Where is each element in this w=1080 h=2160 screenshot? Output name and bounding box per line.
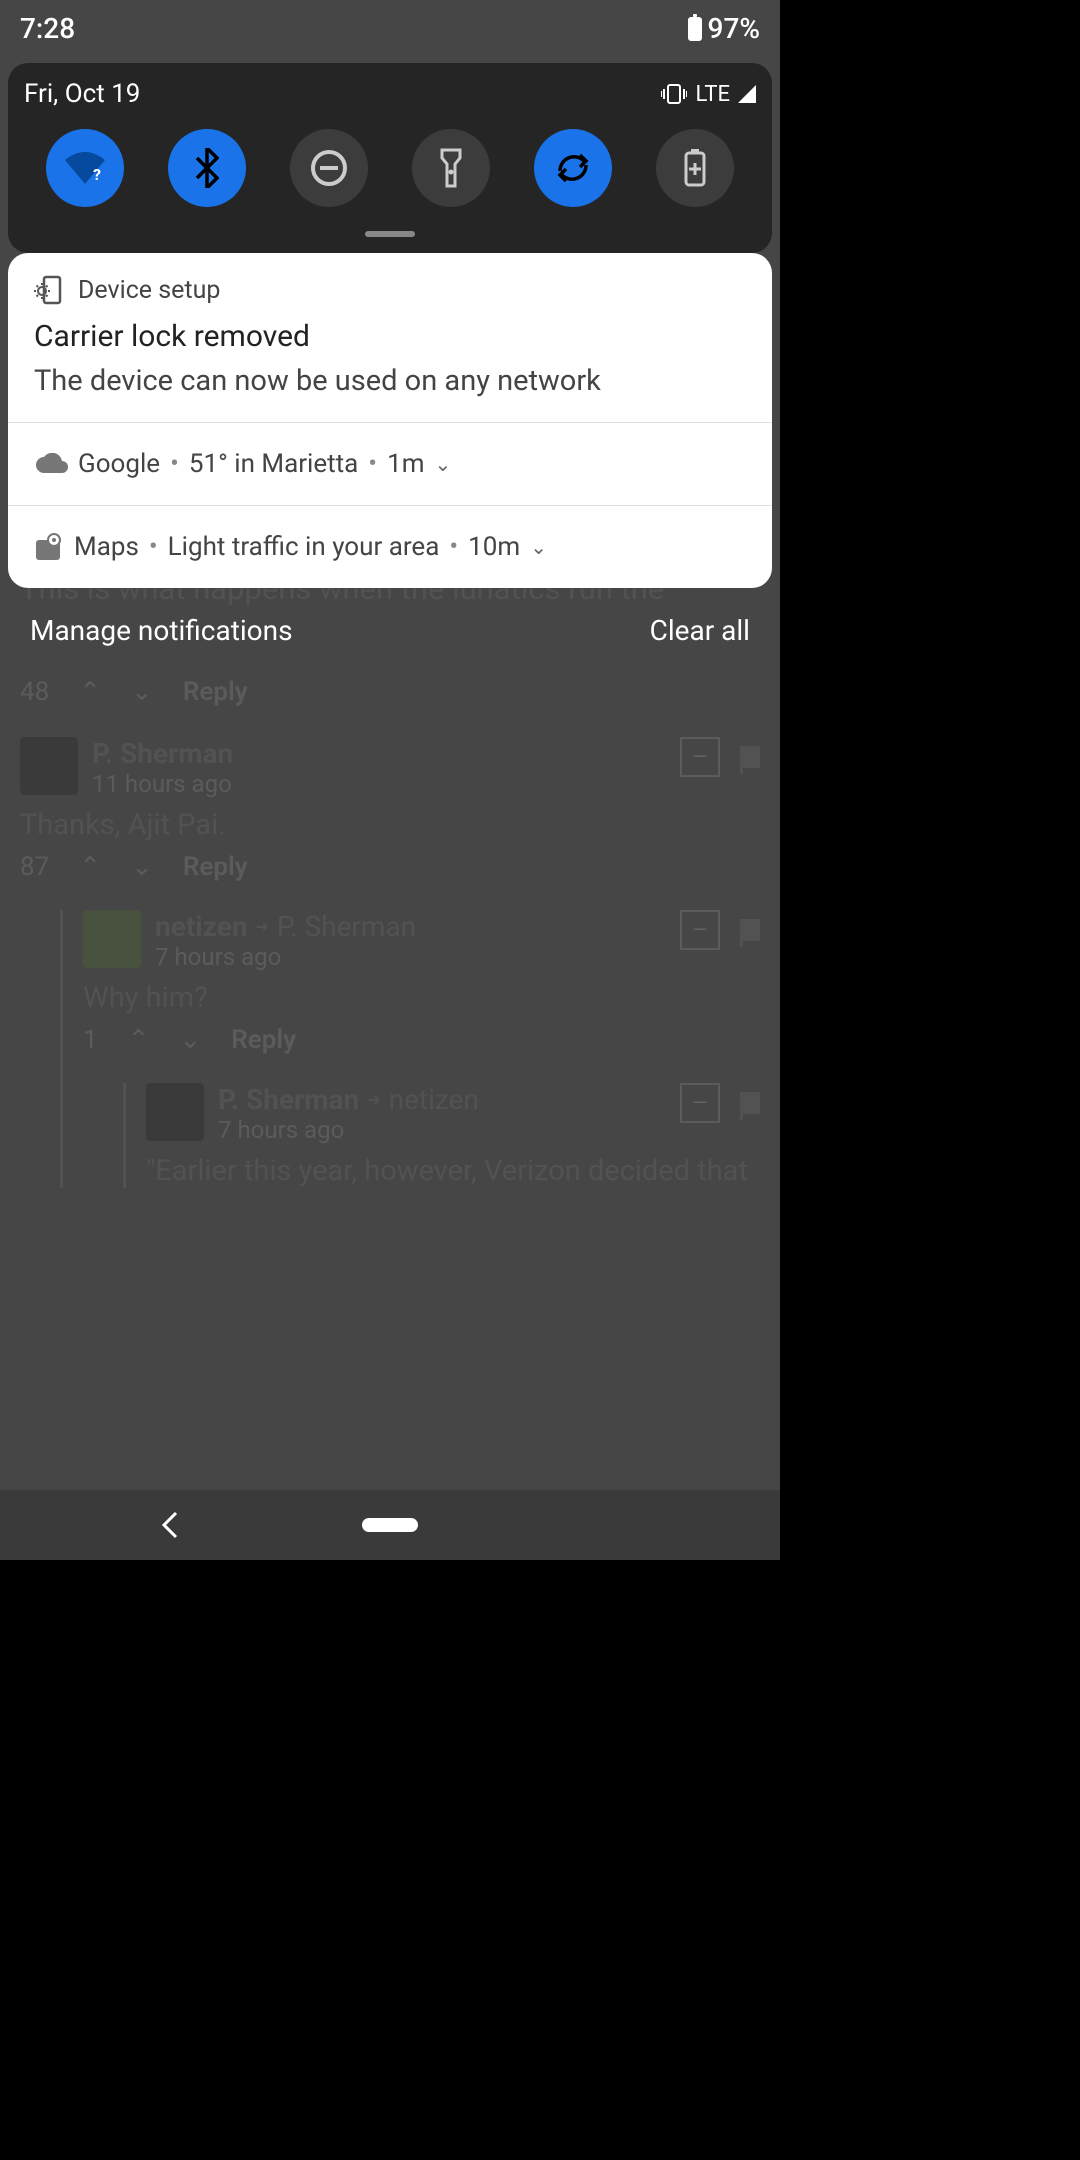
comment-time: 7 hours ago	[218, 1116, 666, 1144]
comment-body: Why him?	[83, 981, 760, 1015]
notif-app-name: Google	[78, 449, 160, 479]
flashlight-tile[interactable]	[412, 129, 490, 207]
reply-arrow-icon: ➜	[256, 917, 269, 936]
reply-arrow-icon: ➜	[367, 1090, 380, 1109]
cloud-icon	[34, 453, 68, 475]
battery-saver-tile[interactable]	[656, 129, 734, 207]
comment-body: Thanks, Ajit Pai.	[20, 808, 760, 842]
downvote-icon: ⌄	[131, 677, 153, 707]
notif-body: The device can now be used on any networ…	[8, 360, 772, 422]
notification-weather[interactable]: Google • 51° in Marietta • 1m ⌄	[8, 422, 772, 505]
gear-phone-icon	[34, 275, 64, 305]
dnd-icon	[309, 148, 349, 188]
qs-date[interactable]: Fri, Oct 19	[24, 79, 140, 109]
network-label: LTE	[695, 82, 730, 107]
navigation-bar	[0, 1490, 780, 1560]
wifi-icon: ?	[63, 150, 107, 186]
wifi-tile[interactable]: ?	[46, 129, 124, 207]
notif-time: 10m	[468, 532, 520, 562]
comment-time: 11 hours ago	[92, 770, 666, 798]
qs-expand-handle[interactable]	[365, 231, 415, 237]
vote-count: 1	[83, 1025, 98, 1055]
notification-footer: Manage notifications Clear all	[0, 588, 780, 673]
reply-link: Reply	[231, 1025, 296, 1055]
flag-icon	[740, 919, 760, 941]
avatar	[146, 1083, 204, 1141]
separator: •	[368, 449, 377, 479]
notif-summary: 51° in Marietta	[189, 449, 358, 479]
battery-saver-icon	[683, 149, 707, 187]
status-bar: 7:28 97%	[0, 0, 780, 57]
bg-comment-actions: 48 ⌃ ⌄ Reply	[20, 677, 760, 707]
battery-icon	[688, 17, 702, 41]
comment-author: netizen	[155, 910, 248, 943]
chevron-down-icon[interactable]: ⌄	[435, 452, 452, 476]
manage-notifications-button[interactable]: Manage notifications	[30, 614, 293, 647]
notif-time: 1m	[387, 449, 424, 479]
reply-to: netizen	[389, 1083, 479, 1116]
signal-icon	[738, 85, 756, 103]
flag-icon	[740, 1092, 760, 1114]
clear-all-button[interactable]: Clear all	[650, 614, 750, 647]
notif-app-name: Maps	[74, 532, 139, 562]
flashlight-icon	[438, 148, 464, 188]
comment-author: P. Sherman	[218, 1083, 359, 1116]
vote-count: 48	[20, 677, 49, 707]
separator: •	[449, 532, 458, 562]
reply-link: Reply	[183, 852, 248, 882]
avatar	[20, 737, 78, 795]
quick-settings-panel[interactable]: Fri, Oct 19 LTE ?	[8, 63, 772, 253]
downvote-icon: ⌄	[179, 1025, 201, 1055]
downvote-icon: ⌄	[131, 852, 153, 882]
battery-percent: 97%	[708, 12, 760, 45]
chevron-down-icon[interactable]: ⌄	[530, 535, 547, 559]
notif-summary: Light traffic in your area	[168, 532, 440, 562]
bluetooth-tile[interactable]	[168, 129, 246, 207]
back-icon	[160, 1511, 178, 1539]
autorotate-icon	[552, 147, 594, 189]
comment-author: P. Sherman	[92, 737, 666, 770]
comment-body: "Earlier this year, however, Verizon dec…	[146, 1154, 760, 1188]
notification-device-setup[interactable]: Device setup Carrier lock removed The de…	[8, 253, 772, 422]
collapse-icon: −	[680, 910, 720, 950]
home-pill[interactable]	[362, 1518, 418, 1532]
notification-maps[interactable]: Maps • Light traffic in your area • 10m …	[8, 505, 772, 588]
reply-link: Reply	[183, 677, 248, 707]
upvote-icon: ⌃	[79, 852, 101, 882]
upvote-icon: ⌃	[79, 677, 101, 707]
qs-status-icons: LTE	[661, 82, 756, 107]
notif-title: Carrier lock removed	[8, 313, 772, 360]
separator: •	[149, 532, 158, 562]
clock: 7:28	[20, 12, 75, 45]
autorotate-tile[interactable]	[534, 129, 612, 207]
vote-count: 87	[20, 852, 49, 882]
svg-text:?: ?	[93, 165, 101, 184]
notif-app-name: Device setup	[78, 276, 220, 305]
upvote-icon: ⌃	[128, 1025, 150, 1055]
back-button[interactable]	[160, 1511, 178, 1539]
collapse-icon: −	[680, 737, 720, 777]
avatar	[83, 910, 141, 968]
vibrate-icon	[661, 83, 687, 105]
notification-list: Device setup Carrier lock removed The de…	[8, 253, 772, 588]
maps-icon	[34, 532, 64, 562]
comment-time: 7 hours ago	[155, 943, 666, 971]
bluetooth-icon	[195, 148, 219, 188]
reply-to: P. Sherman	[277, 910, 416, 943]
dnd-tile[interactable]	[290, 129, 368, 207]
separator: •	[170, 449, 179, 479]
flag-icon	[740, 746, 760, 768]
collapse-icon: −	[680, 1083, 720, 1123]
